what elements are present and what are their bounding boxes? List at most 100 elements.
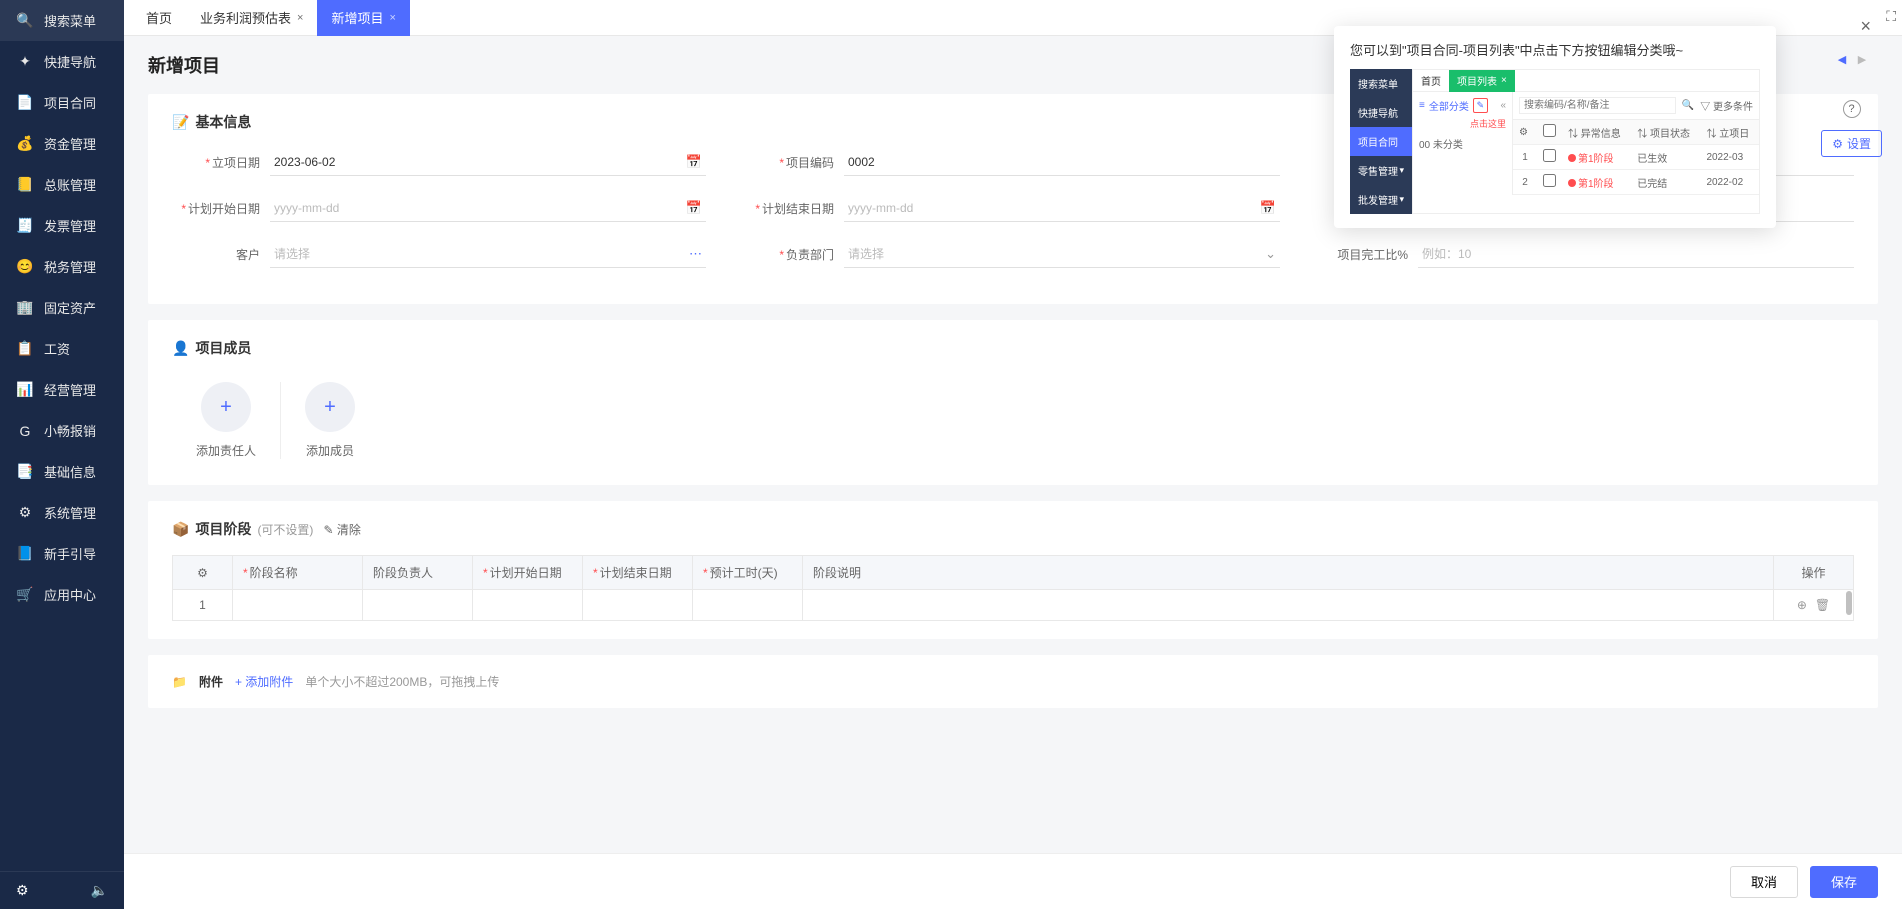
clear-phases-link[interactable]: ✎ 清除 [323,521,360,538]
chevron-down-icon[interactable]: ⌄ [1265,246,1276,262]
chevron-down-icon: ▾ [1399,194,1404,205]
person-icon: 👤 [172,340,189,357]
more-filters[interactable]: ▽ 更多条件 [1700,98,1753,113]
table-row[interactable]: 2第1阶段已完结2022-02 [1513,170,1759,195]
save-button[interactable]: 保存 [1810,866,1878,898]
calendar-icon[interactable]: 📅 [1260,200,1276,216]
end-date-input[interactable] [844,194,1280,222]
settings-button[interactable]: ⚙设置 [1821,130,1882,157]
sidebar-item-6[interactable]: 😊税务管理 [0,246,124,287]
date-input[interactable] [270,148,706,176]
add-member-button[interactable]: + [305,382,355,432]
calendar-icon[interactable]: 📅 [686,154,702,170]
sidebar-item-1[interactable]: ✦快捷导航 [0,41,124,82]
gear-icon[interactable]: ⚙ [197,566,208,580]
members-card: 👤 项目成员 + 添加责任人 + 添加成员 [148,320,1878,485]
sidebar-item-4[interactable]: 📒总账管理 [0,164,124,205]
pop-tab-1[interactable]: 项目列表× [1449,70,1515,92]
close-icon[interactable]: × [297,12,303,24]
customer-select[interactable] [270,240,706,268]
menu-icon: ✦ [16,53,34,71]
row-checkbox[interactable] [1543,149,1556,162]
phases-section-title: 项目阶段 [195,519,251,539]
menu-icon: G [16,422,34,440]
tab-1[interactable]: 业务利润预估表× [186,0,317,36]
members-section-title: 项目成员 [195,338,251,358]
sidebar-item-0[interactable]: 🔍搜索菜单 [0,0,124,41]
menu-icon: 📑 [16,463,34,481]
add-row-icon[interactable]: ⊕ [1797,598,1807,612]
tab-0[interactable]: 首页 [132,0,186,36]
hint-popover: × ◀ ▶ 您可以到"项目合同-项目列表"中点击下方按钮编辑分类哦~ 搜索菜单快… [1334,26,1776,228]
sidebar-item-11[interactable]: 📑基础信息 [0,451,124,492]
more-icon[interactable]: ⋯ [689,246,702,262]
fullscreen-icon[interactable]: ⛶ [1886,8,1896,25]
menu-icon: 🏢 [16,299,34,317]
main: ⛶ 首页业务利润预估表×新增项目× 新增项目 📝 基本信息 *立项日期 📅 *项… [124,0,1902,909]
next-icon[interactable]: ▶ [1853,50,1871,68]
pop-search-input[interactable] [1519,97,1676,114]
pop-side-item-3[interactable]: 零售管理▾ [1350,156,1412,185]
menu-icon: 🛒 [16,586,34,604]
close-icon[interactable]: × [1860,16,1871,37]
calendar-icon[interactable]: 📅 [686,200,702,216]
pop-side-item-2[interactable]: 项目合同 [1350,127,1412,156]
close-icon[interactable]: × [1501,75,1507,86]
settings-icon[interactable]: ⚙ [16,882,29,899]
pop-side-item-1[interactable]: 快捷导航 [1350,98,1412,127]
sound-icon[interactable]: 🔈 [91,882,108,899]
menu-icon: 💰 [16,135,34,153]
menu-icon: 📘 [16,545,34,563]
start-date-input[interactable] [270,194,706,222]
help-icon[interactable]: ? [1843,100,1861,118]
sidebar: 🔍搜索菜单✦快捷导航📄项目合同💰资金管理📒总账管理🧾发票管理😊税务管理🏢固定资产… [0,0,124,909]
list-icon: ≡ [1419,100,1425,111]
edit-category-button[interactable]: ✎ [1473,98,1488,113]
footer: 取消 保存 [124,853,1902,909]
close-icon[interactable]: × [389,12,395,24]
menu-icon: 😊 [16,258,34,276]
table-row[interactable]: 1⊕🗑 [173,590,1854,621]
menu-icon: 🔍 [16,12,34,30]
sidebar-item-13[interactable]: 📘新手引导 [0,533,124,574]
tab-2[interactable]: 新增项目× [317,0,409,36]
delete-row-icon[interactable]: 🗑 [1815,598,1830,612]
select-all-checkbox[interactable] [1543,124,1556,137]
prev-icon[interactable]: ◀ [1833,50,1851,68]
sidebar-item-9[interactable]: 📊经营管理 [0,369,124,410]
menu-icon: 📋 [16,340,34,358]
gear-icon: ⚙ [1832,137,1843,151]
sidebar-item-14[interactable]: 🛒应用中心 [0,574,124,615]
pop-side-item-4[interactable]: 批发管理▾ [1350,185,1412,214]
pop-side-item-0[interactable]: 搜索菜单 [1350,69,1412,98]
sidebar-item-7[interactable]: 🏢固定资产 [0,287,124,328]
phase-table: ⚙ *阶段名称 阶段负责人 *计划开始日期 *计划结束日期 *预计工时(天) 阶… [172,555,1854,621]
search-icon[interactable]: 🔍 [1682,100,1694,111]
collapse-icon[interactable]: « [1500,100,1506,111]
gear-icon[interactable]: ⚙ [1519,127,1528,138]
phases-card: 📦 项目阶段 (可不设置) ✎ 清除 ⚙ *阶段名称 阶段负责人 [148,501,1878,639]
sidebar-item-8[interactable]: 📋工资 [0,328,124,369]
sidebar-item-5[interactable]: 🧾发票管理 [0,205,124,246]
row-checkbox[interactable] [1543,174,1556,187]
scrollbar[interactable] [1846,591,1852,615]
percent-input[interactable] [1418,240,1854,268]
sidebar-item-3[interactable]: 💰资金管理 [0,123,124,164]
add-owner-button[interactable]: + [201,382,251,432]
dept-select[interactable] [844,240,1280,268]
code-input[interactable] [844,148,1280,176]
sidebar-item-2[interactable]: 📄项目合同 [0,82,124,123]
chevron-down-icon: ▾ [1399,165,1404,176]
sidebar-item-12[interactable]: ⚙系统管理 [0,492,124,533]
menu-icon: 📄 [16,94,34,112]
sidebar-item-10[interactable]: G小畅报销 [0,410,124,451]
menu-icon: 📊 [16,381,34,399]
folder-icon: 📁 [172,675,187,689]
attach-section-title: 附件 [199,673,223,690]
menu-icon: 📒 [16,176,34,194]
cancel-button[interactable]: 取消 [1730,866,1798,898]
form-icon: 📝 [172,114,189,131]
table-row[interactable]: 1第1阶段已生效2022-03 [1513,145,1759,170]
add-attachment-link[interactable]: + 添加附件 [235,673,293,690]
pop-tab-0[interactable]: 首页 [1413,70,1449,92]
